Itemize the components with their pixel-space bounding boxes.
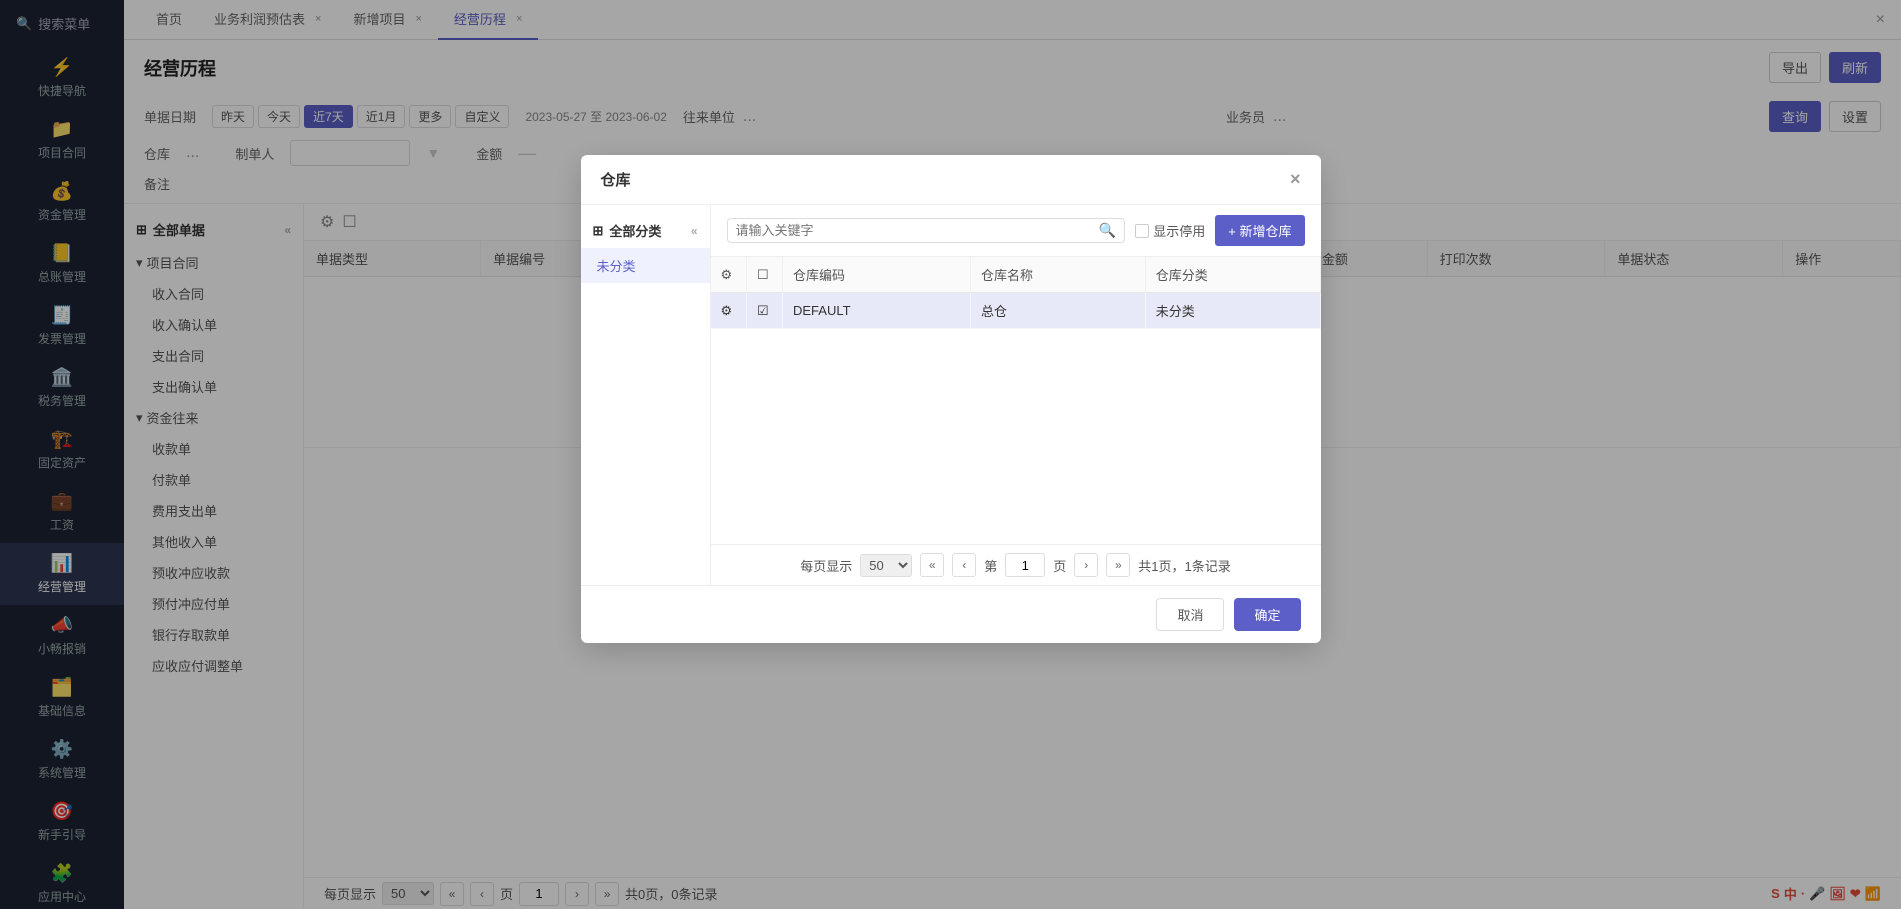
modal-page-label: 页 xyxy=(1053,556,1066,575)
row-gear[interactable]: ⚙ xyxy=(711,293,747,329)
warehouse-modal: 仓库 × ⊞ 全部分类 « 未分类 🔍 显示停用 xyxy=(581,155,1321,643)
modal-body: ⊞ 全部分类 « 未分类 🔍 显示停用 + 新增仓库 xyxy=(581,205,1321,585)
modal-col-code: 仓库编码 xyxy=(783,257,971,293)
modal-title: 仓库 xyxy=(601,169,631,190)
modal-page-first[interactable]: « xyxy=(920,553,944,577)
modal-left-panel: ⊞ 全部分类 « 未分类 xyxy=(581,205,711,585)
modal-col-category: 仓库分类 xyxy=(1145,257,1320,293)
row-code: DEFAULT xyxy=(783,293,971,329)
modal-page-last[interactable]: » xyxy=(1106,553,1130,577)
modal-per-page-select[interactable]: 50 100 xyxy=(860,554,912,577)
show-disabled-checkbox[interactable] xyxy=(1135,224,1149,238)
modal-actions: 取消 确定 xyxy=(581,585,1321,643)
modal-col-gear: ⚙ xyxy=(711,257,747,293)
modal-total: 共1页，1条记录 xyxy=(1138,556,1230,575)
row-checkbox[interactable]: ☑ xyxy=(747,293,783,329)
modal-page-prev[interactable]: ‹ xyxy=(952,553,976,577)
modal-header: 仓库 × xyxy=(581,155,1321,205)
modal-table-header: ⚙ ☐ 仓库编码 仓库名称 仓库分类 xyxy=(711,257,1321,293)
modal-table-row[interactable]: ⚙ ☑ DEFAULT 总仓 未分类 xyxy=(711,293,1321,329)
modal-page-input[interactable] xyxy=(1005,553,1045,577)
modal-page-next[interactable]: › xyxy=(1074,553,1098,577)
all-category-label: 全部分类 xyxy=(609,221,661,240)
collapse-modal-left-icon[interactable]: « xyxy=(691,224,698,238)
modal-search-box[interactable]: 🔍 xyxy=(727,218,1126,243)
modal-col-checkbox: ☐ xyxy=(747,257,783,293)
show-disabled-label: 显示停用 xyxy=(1153,221,1205,240)
modal-table-wrapper: ⚙ ☐ 仓库编码 仓库名称 仓库分类 ⚙ ☑ DEFAULT 总仓 xyxy=(711,257,1321,544)
modal-page-info: 第 xyxy=(984,556,997,575)
modal-col-name: 仓库名称 xyxy=(971,257,1146,293)
row-category: 未分类 xyxy=(1145,293,1320,329)
modal-search-icon: 🔍 xyxy=(1099,222,1116,239)
modal-category-unclassified[interactable]: 未分类 xyxy=(581,248,710,283)
modal-left-header[interactable]: ⊞ 全部分类 « xyxy=(581,213,710,248)
modal-search-input[interactable] xyxy=(736,223,1093,238)
show-disabled-toggle[interactable]: 显示停用 xyxy=(1135,221,1205,240)
row-name: 总仓 xyxy=(971,293,1146,329)
add-warehouse-button[interactable]: + 新增仓库 xyxy=(1215,215,1304,246)
modal-per-page-label: 每页显示 xyxy=(800,556,852,575)
modal-right-panel: 🔍 显示停用 + 新增仓库 ⚙ ☐ 仓库编码 仓库名称 xyxy=(711,205,1321,585)
modal-table: ⚙ ☐ 仓库编码 仓库名称 仓库分类 ⚙ ☑ DEFAULT 总仓 xyxy=(711,257,1321,329)
grid-modal-icon: ⊞ xyxy=(593,223,604,239)
cancel-button[interactable]: 取消 xyxy=(1156,598,1224,631)
modal-close-button[interactable]: × xyxy=(1290,169,1301,190)
confirm-button[interactable]: 确定 xyxy=(1234,598,1300,631)
modal-toolbar: 🔍 显示停用 + 新增仓库 xyxy=(711,205,1321,257)
modal-footer-table: 每页显示 50 100 « ‹ 第 页 › » 共1页，1条记录 xyxy=(711,544,1321,585)
